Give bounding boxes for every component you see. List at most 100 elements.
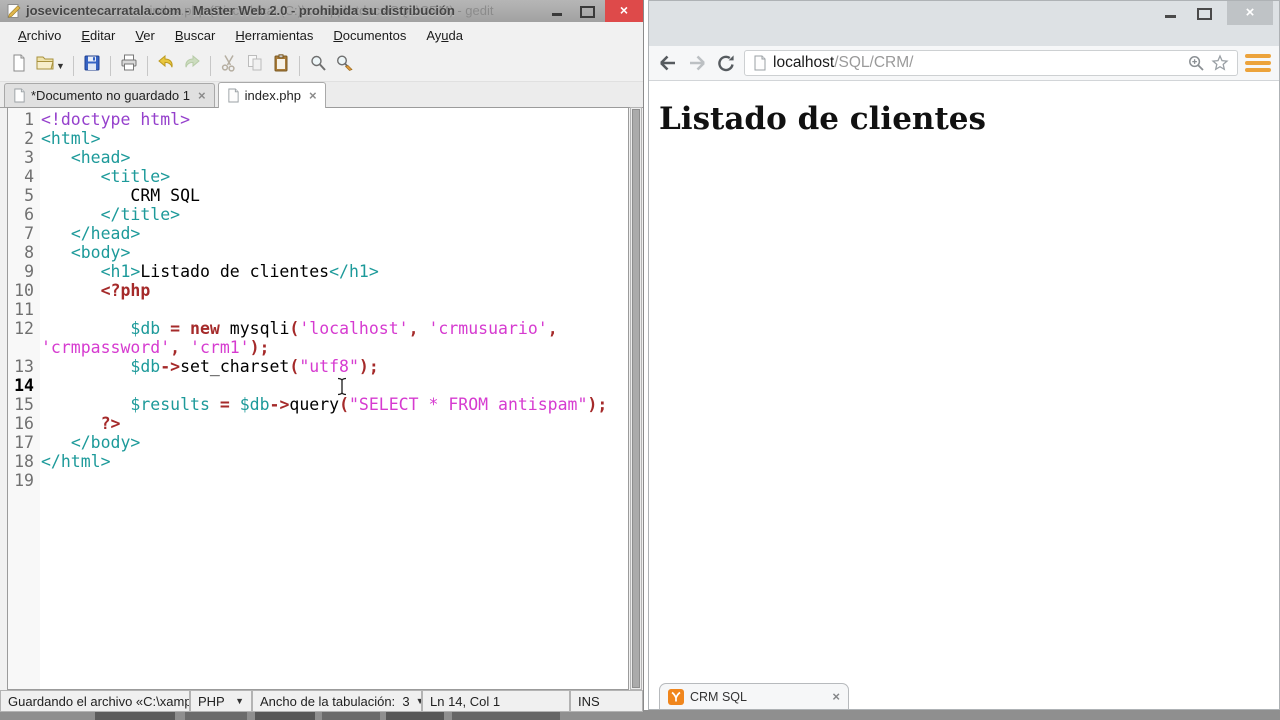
code-line: 6 </title>: [8, 205, 628, 224]
page-icon: [753, 55, 767, 71]
new-document-icon: [9, 53, 29, 78]
line-number: 3: [24, 148, 34, 167]
zoom-icon[interactable]: [1187, 54, 1205, 72]
close-icon[interactable]: ×: [198, 89, 206, 102]
xampp-favicon-icon: [668, 688, 684, 705]
code-line: 15 $results = $db->query("SELECT * FROM …: [8, 395, 628, 414]
maximize-button[interactable]: [1191, 1, 1217, 25]
menu-documentos[interactable]: Documentos: [323, 22, 416, 50]
address-bar[interactable]: localhost/SQL/CRM/: [744, 50, 1238, 76]
code-line: 12 $db = new mysqli('localhost', 'crmusu…: [8, 319, 628, 338]
redo-button[interactable]: [179, 54, 205, 78]
find-and-replace-icon: [334, 53, 354, 78]
line-number: 18: [14, 452, 34, 471]
maximize-button[interactable]: [575, 0, 599, 22]
forward-button[interactable]: [686, 52, 708, 74]
minimize-button[interactable]: [1157, 1, 1183, 25]
toolbar-separator: [109, 55, 111, 76]
close-button[interactable]: ×: [605, 0, 643, 22]
line-number: 6: [24, 205, 34, 224]
open-folder-icon: [35, 53, 55, 78]
menu-bar: Archivo Editar Ver Buscar Herramientas Docume…: [0, 22, 643, 50]
editor-tab-0[interactable]: *Documento no guardado 1 ×: [4, 83, 215, 107]
find-and-replace-button[interactable]: [331, 54, 357, 78]
save-icon: [82, 53, 102, 78]
bookmark-star-icon[interactable]: [1211, 54, 1229, 72]
gedit-titlebar[interactable]: index.php (Disco local (C:)\xampp\htdocs…: [0, 0, 643, 22]
cut-icon: [219, 53, 239, 78]
editor-scrollbar[interactable]: [630, 107, 642, 690]
cut-button[interactable]: [216, 54, 242, 78]
code-line: 11: [8, 300, 628, 319]
menu-ayuda[interactable]: Ayuda: [416, 22, 473, 50]
code-line: 18 </html>: [8, 452, 628, 471]
minimize-button[interactable]: [545, 0, 569, 22]
line-number: 9: [24, 262, 34, 281]
code-editor[interactable]: 1 <!doctype html> 2 <html> 3 <head> 4 <title>…: [7, 107, 629, 690]
menu-ver[interactable]: Ver: [125, 22, 165, 50]
tab-width-dropdown[interactable]: Ancho de la tabulación: 3 ▼: [252, 690, 422, 712]
redo-icon: [182, 53, 202, 78]
code-line: 5 CRM SQL: [8, 186, 628, 205]
code-text: <!doctype html>: [41, 110, 191, 129]
close-button[interactable]: ×: [1227, 1, 1273, 25]
toolbar-separator: [298, 55, 300, 76]
editor-toolbar: ▼: [0, 50, 643, 82]
editor-tab-label: *Documento no guardado 1: [31, 88, 191, 103]
browser-tab-strip: [649, 1, 1279, 46]
line-number: 14: [14, 376, 34, 395]
save-button[interactable]: [79, 54, 105, 78]
cursor-position: Ln 14, Col 1: [422, 690, 570, 712]
document-icon: [227, 88, 240, 103]
menu-editar[interactable]: Editar: [71, 22, 125, 50]
paste-button[interactable]: [268, 54, 294, 78]
browser-window: × CRM SQL×localhost / 127.0.0.1 | phpM× …: [648, 0, 1280, 710]
status-bar: Guardando el archivo «C:\xamp... PHP ▼ An…: [0, 690, 643, 712]
menu-archivo[interactable]: Archivo: [8, 22, 71, 50]
line-number: 7: [24, 224, 34, 243]
editor-tab-label: index.php: [244, 88, 301, 103]
line-number: 2: [24, 129, 34, 148]
back-button[interactable]: [657, 52, 679, 74]
new-document-button[interactable]: [6, 54, 32, 78]
language-dropdown[interactable]: PHP ▼: [190, 690, 252, 712]
status-message: Guardando el archivo «C:\xamp...: [0, 690, 190, 712]
browser-tab-0[interactable]: CRM SQL ×: [659, 683, 849, 709]
code-line: 2 <html>: [8, 129, 628, 148]
menu-buscar[interactable]: Buscar: [165, 22, 225, 50]
code-line: 10 <?php: [8, 281, 628, 300]
editor-tab-1[interactable]: index.php ×: [217, 82, 326, 108]
watermark-text: josevicentecarratala.com - Master Web 2.…: [26, 3, 455, 18]
undo-button[interactable]: [153, 54, 179, 78]
code-text: </body>: [70, 433, 141, 452]
url-text[interactable]: localhost/SQL/CRM/: [773, 54, 1181, 72]
copy-button[interactable]: [242, 54, 268, 78]
find-button[interactable]: [305, 54, 331, 78]
close-icon[interactable]: ×: [309, 89, 317, 102]
browser-menu-button[interactable]: [1245, 52, 1271, 74]
code-text: ?>: [100, 414, 121, 433]
open-folder-button[interactable]: [32, 54, 58, 78]
line-number: 16: [14, 414, 34, 433]
code-text: <title>: [100, 167, 171, 186]
menu-herramientas[interactable]: Herramientas: [225, 22, 323, 50]
ibeam-cursor-icon: [336, 377, 348, 396]
code-text: </head>: [70, 224, 141, 243]
line-number: 4: [24, 167, 34, 186]
line-number: 11: [14, 300, 34, 319]
dropdown-caret-icon[interactable]: ▼: [56, 61, 65, 71]
code-text: $db = new mysqli('localhost', 'crmusuari…: [130, 319, 558, 338]
undo-icon: [156, 53, 176, 78]
browser-tab-title: CRM SQL: [690, 689, 747, 704]
close-icon[interactable]: ×: [832, 689, 840, 704]
scrollbar-thumb[interactable]: [632, 109, 640, 688]
insert-mode-indicator: INS: [570, 690, 643, 712]
code-text: </html>: [41, 452, 111, 471]
line-number: 13: [14, 357, 34, 376]
print-button[interactable]: [116, 54, 142, 78]
reload-button[interactable]: [715, 52, 737, 74]
code-text: <body>: [70, 243, 131, 262]
code-text: <?php: [100, 281, 151, 300]
line-number: 19: [14, 471, 34, 490]
